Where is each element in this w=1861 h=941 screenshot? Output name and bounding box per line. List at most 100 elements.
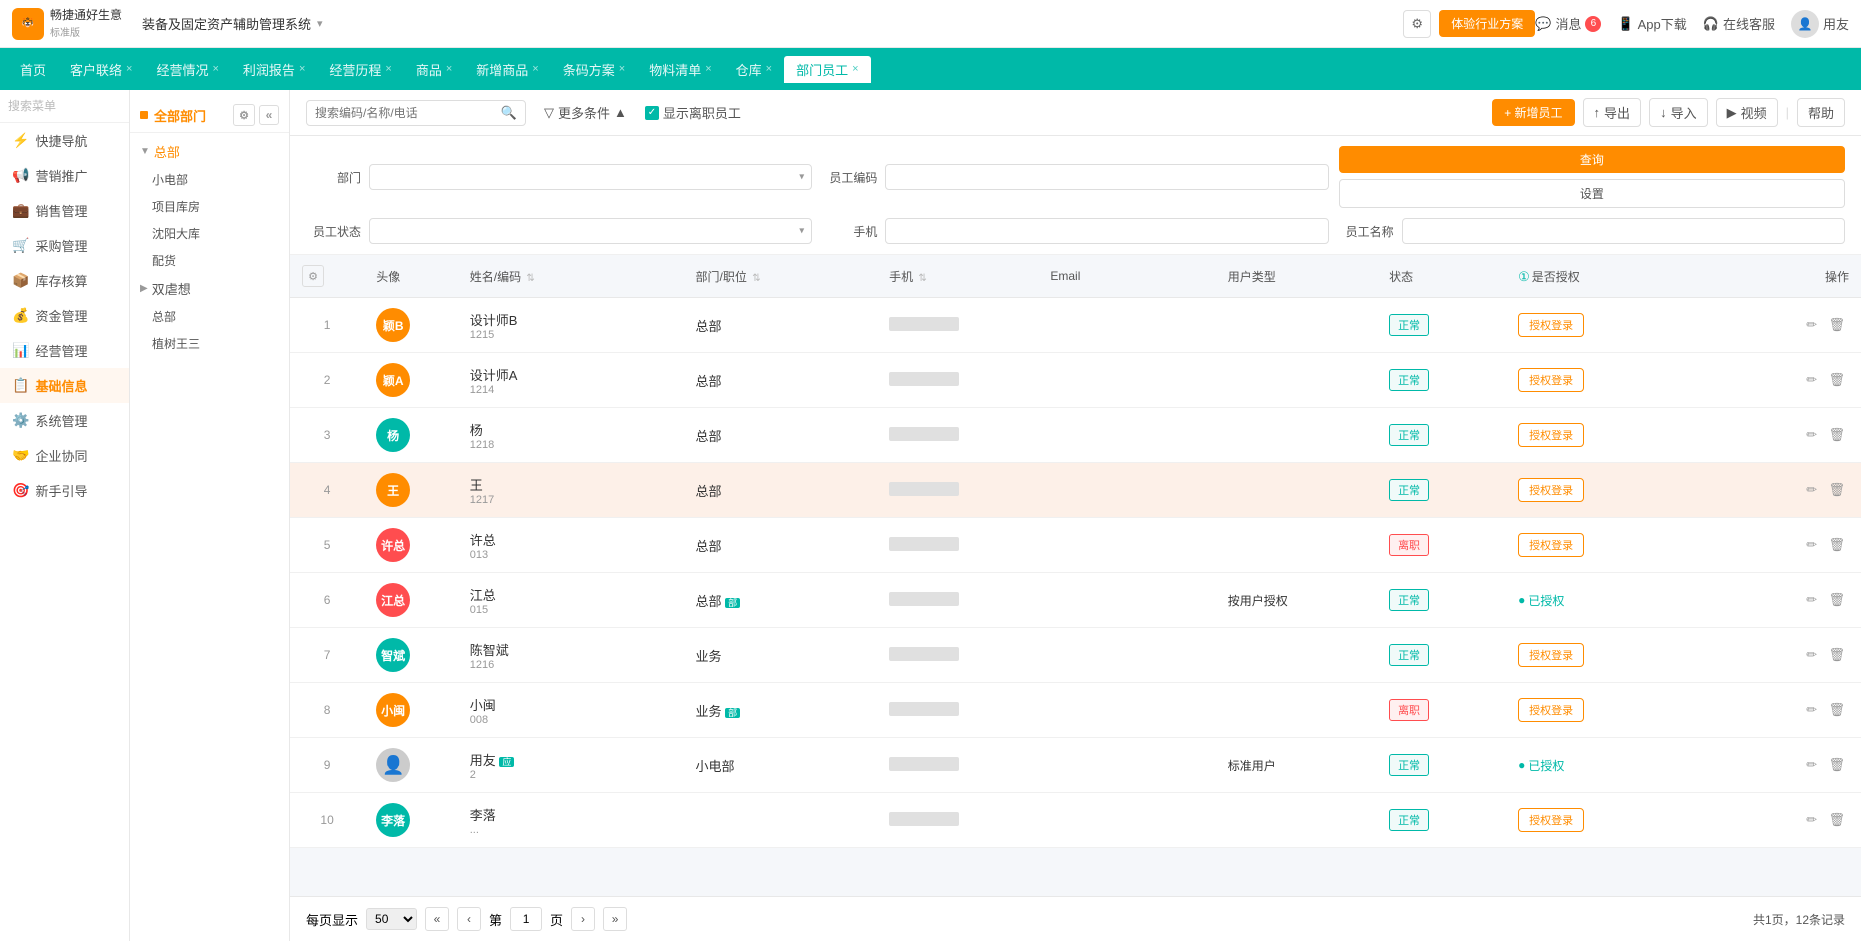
dept-sub-delivery[interactable]: 配货 [130,247,289,274]
import-button[interactable]: ↓ 导入 [1649,98,1708,127]
next-page-button[interactable]: › [571,907,595,931]
close-tab-icon[interactable]: × [705,63,711,75]
close-tab-icon[interactable]: × [619,63,625,75]
gear-button[interactable]: ⚙ [1403,10,1431,38]
sidebar-item-basicinfo[interactable]: 📋 基础信息 [0,368,129,403]
edit-button[interactable]: ✏ [1802,700,1821,720]
auth-login-button[interactable]: 授权登录 [1518,698,1584,722]
sidebar-item-sales[interactable]: 💼 销售管理 [0,193,129,228]
sidebar-item-collab[interactable]: 🤝 企业协同 [0,438,129,473]
close-tab-icon[interactable]: × [532,63,538,75]
delete-button[interactable]: 🗑 [1824,315,1849,335]
nav-tab-首页[interactable]: 首页 [8,56,58,83]
dept-sub-hq[interactable]: 总部 [130,303,289,330]
sidebar-item-purchase[interactable]: 🛒 采购管理 [0,228,129,263]
nav-tab-经营情况[interactable]: 经营情况× [144,56,230,83]
delete-button[interactable]: 🗑 [1824,370,1849,390]
close-tab-icon[interactable]: × [212,63,218,75]
export-button[interactable]: ↑ 导出 [1583,98,1642,127]
auth-login-button[interactable]: 授权登录 [1518,313,1584,337]
app-download-button[interactable]: 📱 App下载 [1617,14,1686,33]
nav-tab-部门员工[interactable]: 部门员工× [784,56,870,83]
th-phone[interactable]: 手机 ⇅ [877,255,1038,298]
edit-button[interactable]: ✏ [1802,370,1821,390]
delete-button[interactable]: 🗑 [1824,535,1849,555]
edit-button[interactable]: ✏ [1802,810,1821,830]
col-settings-button[interactable]: ⚙ [302,265,324,287]
auth-login-button[interactable]: 授权登录 [1518,368,1584,392]
delete-button[interactable]: 🗑 [1824,645,1849,665]
edit-button[interactable]: ✏ [1802,755,1821,775]
user-menu[interactable]: 👤 用友 [1791,10,1849,38]
close-tab-icon[interactable]: × [852,63,858,75]
sidebar-item-finance[interactable]: 💰 资金管理 [0,298,129,333]
dept-sub-shenyang[interactable]: 沈阳大库 [130,220,289,247]
close-tab-icon[interactable]: × [385,63,391,75]
sidebar-search-input[interactable] [8,99,130,113]
prev-page-button[interactable]: ‹ [457,907,481,931]
th-dept[interactable]: 部门/职位 ⇅ [684,255,878,298]
auth-login-button[interactable]: 授权登录 [1518,533,1584,557]
empstatus-select[interactable] [369,218,812,244]
auth-login-button[interactable]: 授权登录 [1518,808,1584,832]
th-name[interactable]: 姓名/编码 ⇅ [458,255,684,298]
nav-tab-物料清单[interactable]: 物料清单× [637,56,723,83]
dept-select[interactable] [369,164,812,190]
current-page-input[interactable] [510,907,542,931]
help-button[interactable]: 帮助 [1797,98,1845,127]
edit-button[interactable]: ✏ [1802,535,1821,555]
per-page-select[interactable]: 50 100 [366,908,417,930]
sidebar-item-marketing[interactable]: 📢 营销推广 [0,158,129,193]
sidebar-item-operations[interactable]: 📊 经营管理 [0,333,129,368]
nav-tab-商品[interactable]: 商品× [404,56,464,83]
delete-button[interactable]: 🗑 [1824,480,1849,500]
close-tab-icon[interactable]: × [299,63,305,75]
nav-tab-客户联络[interactable]: 客户联络× [58,56,144,83]
empcode-input[interactable] [885,164,1328,190]
close-tab-icon[interactable]: × [126,63,132,75]
trial-button[interactable]: 体验行业方案 [1439,10,1535,37]
show-resigned-toggle[interactable]: ✓ 显示离职员工 [645,103,741,122]
nav-tab-经营历程[interactable]: 经营历程× [317,56,403,83]
query-button[interactable]: 查询 [1339,146,1845,173]
auth-login-button[interactable]: 授权登录 [1518,478,1584,502]
video-button[interactable]: ▶ 视频 [1716,98,1778,127]
dropdown-arrow-icon[interactable]: ▾ [317,17,323,30]
close-tab-icon[interactable]: × [446,63,452,75]
nav-tab-条码方案[interactable]: 条码方案× [551,56,637,83]
delete-button[interactable]: 🗑 [1824,755,1849,775]
empname-input[interactable] [1402,218,1845,244]
phone-input[interactable] [885,218,1328,244]
nav-tab-新增商品[interactable]: 新增商品× [464,56,550,83]
dept-node-double[interactable]: ▶ 双虐想 [130,274,289,303]
sidebar-item-guide[interactable]: 🎯 新手引导 [0,473,129,508]
sidebar-item-shortcuts[interactable]: ⚡ 快捷导航 [0,123,129,158]
auth-login-button[interactable]: 授权登录 [1518,643,1584,667]
edit-button[interactable]: ✏ [1802,425,1821,445]
edit-button[interactable]: ✏ [1802,645,1821,665]
edit-button[interactable]: ✏ [1802,315,1821,335]
delete-button[interactable]: 🗑 [1824,810,1849,830]
delete-button[interactable]: 🗑 [1824,700,1849,720]
dept-sub-zhushu[interactable]: 植树王三 [130,330,289,357]
delete-button[interactable]: 🗑 [1824,425,1849,445]
add-employee-button[interactable]: + 新增员工 [1492,99,1574,126]
sidebar-item-inventory[interactable]: 📦 库存核算 [0,263,129,298]
delete-button[interactable]: 🗑 [1824,590,1849,610]
dept-node-general[interactable]: ▼ 总部 [130,137,289,166]
dept-sub-electronics[interactable]: 小电部 [130,166,289,193]
dept-sub-project[interactable]: 项目库房 [130,193,289,220]
online-service-button[interactable]: 🎧 在线客服 [1703,14,1775,33]
message-button[interactable]: 💬 消息 6 [1535,14,1601,33]
dept-collapse-button[interactable]: « [259,105,279,125]
nav-tab-仓库[interactable]: 仓库× [724,56,784,83]
close-tab-icon[interactable]: × [766,63,772,75]
first-page-button[interactable]: « [425,907,449,931]
sidebar-item-system[interactable]: ⚙️ 系统管理 [0,403,129,438]
set-button[interactable]: 设置 [1339,179,1845,208]
edit-button[interactable]: ✏ [1802,590,1821,610]
dept-settings-button[interactable]: ⚙ [233,104,255,126]
last-page-button[interactable]: » [603,907,627,931]
employee-search-input[interactable] [315,106,497,120]
more-conditions-button[interactable]: ▽ 更多条件 ▲ [536,99,635,126]
